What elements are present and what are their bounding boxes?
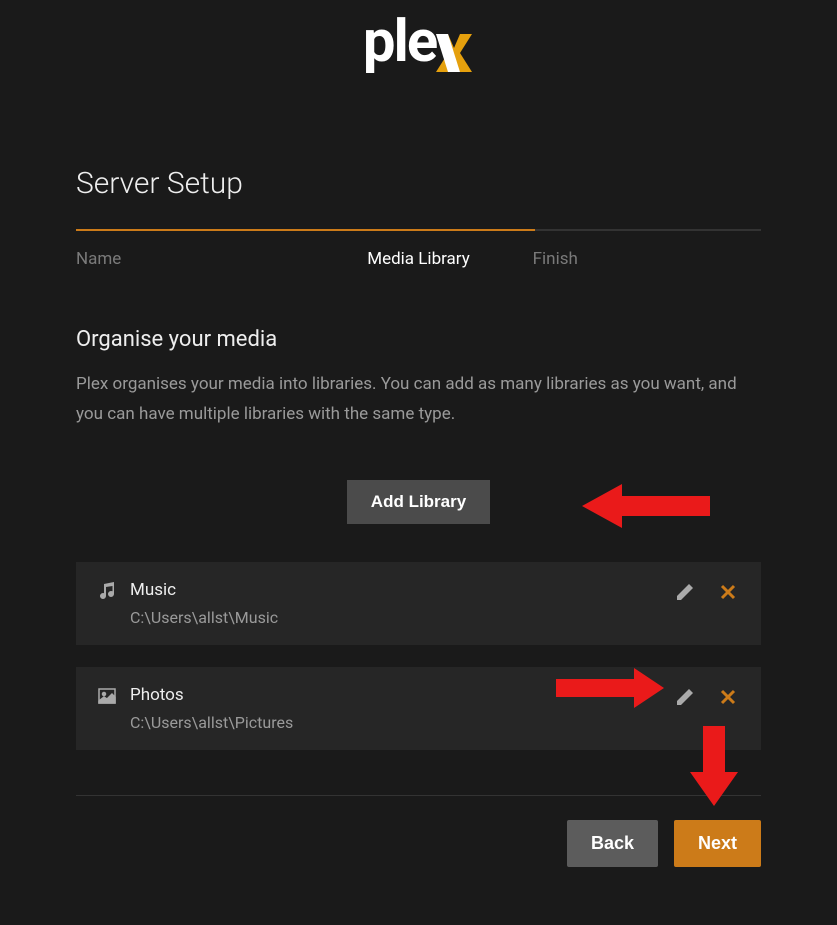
section-description: Plex organises your media into libraries… [76, 370, 761, 430]
logo-x-icon [434, 21, 474, 63]
progress-bar [76, 229, 761, 231]
music-icon [98, 582, 116, 604]
close-icon [719, 583, 737, 601]
step-media-library[interactable]: Media Library [304, 249, 532, 269]
library-item-photos: Photos C:\Users\allst\Pictures [76, 667, 761, 750]
next-button[interactable]: Next [674, 820, 761, 867]
footer-buttons: Back Next [76, 820, 761, 867]
library-path: C:\Users\allst\Music [130, 608, 673, 627]
back-button[interactable]: Back [567, 820, 658, 867]
page-title: Server Setup [76, 166, 761, 201]
library-name: Photos [130, 685, 673, 705]
add-library-button[interactable]: Add Library [347, 480, 490, 524]
library-name: Music [130, 580, 673, 600]
edit-library-button[interactable] [673, 685, 697, 712]
plex-logo: ple [363, 8, 474, 76]
edit-library-button[interactable] [673, 580, 697, 607]
step-finish: Finish [533, 249, 761, 269]
library-item-music: Music C:\Users\allst\Music [76, 562, 761, 645]
logo-container: ple [0, 0, 837, 96]
close-icon [719, 688, 737, 706]
library-path: C:\Users\allst\Pictures [130, 713, 673, 732]
annotation-arrow-icon [582, 476, 710, 536]
delete-library-button[interactable] [717, 581, 739, 606]
divider [76, 795, 761, 796]
section-heading: Organise your media [76, 327, 761, 352]
photos-icon [98, 687, 116, 709]
logo-text: ple [363, 8, 436, 76]
delete-library-button[interactable] [717, 686, 739, 711]
pencil-icon [675, 582, 695, 602]
pencil-icon [675, 687, 695, 707]
progress-fill [76, 229, 535, 231]
steps-container: Name Media Library Finish [76, 249, 761, 269]
step-name[interactable]: Name [76, 249, 304, 269]
